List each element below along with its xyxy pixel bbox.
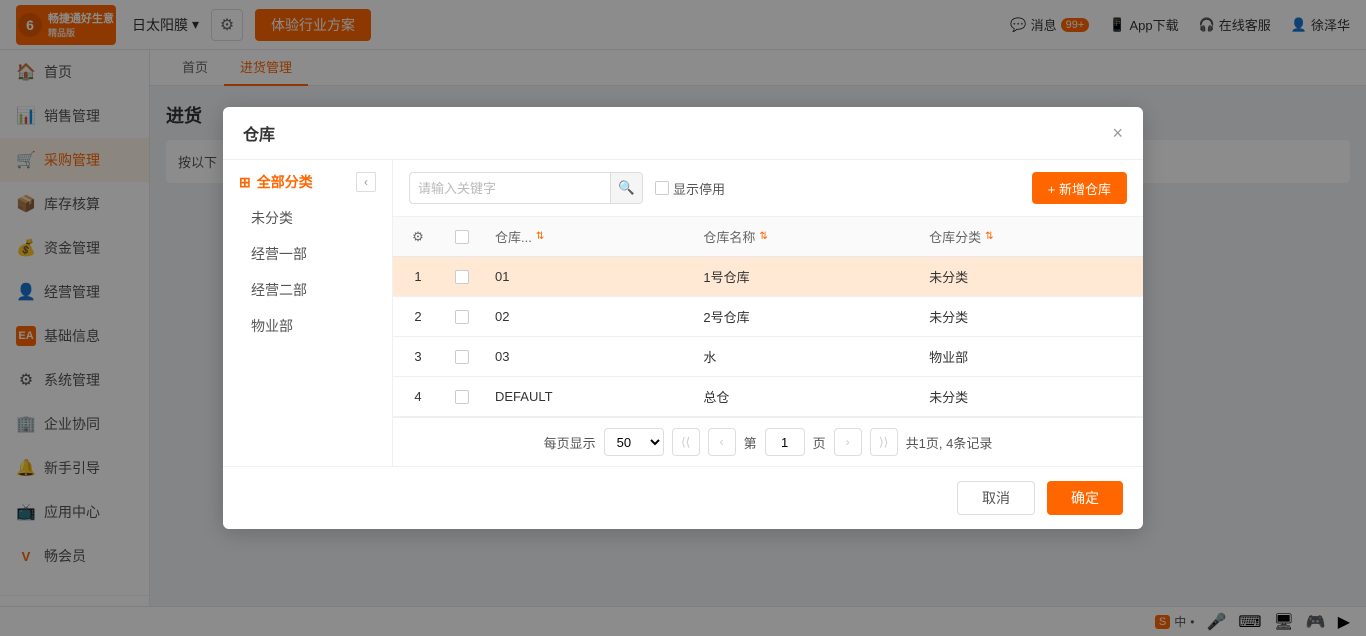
select-all-checkbox[interactable] [455, 230, 469, 244]
row-3-category: 物业部 [917, 337, 1143, 377]
col-name-header: 仓库名称 ⇅ [691, 217, 917, 257]
col-category-label: 仓库分类 [929, 227, 981, 246]
modal-body: ⊞ 全部分类 ‹ 未分类 经营一部 经营二部 物业部 [223, 160, 1143, 466]
all-categories-label: 全部分类 [257, 172, 313, 192]
cancel-button[interactable]: 取消 [957, 481, 1035, 515]
warehouse-table-inner: ⚙ 仓库... ⇅ [393, 217, 1143, 417]
new-warehouse-button[interactable]: + 新增仓库 [1032, 172, 1127, 204]
grid-icon: ⊞ [239, 174, 251, 191]
row-2-num: 2 [393, 297, 443, 337]
row-3-code: 03 [483, 337, 691, 377]
row-4-category: 未分类 [917, 377, 1143, 417]
row-4-num: 4 [393, 377, 443, 417]
category-item-ops1[interactable]: 经营一部 [223, 236, 392, 272]
warehouse-modal: 仓库 × ⊞ 全部分类 ‹ 未分类 经 [223, 107, 1143, 529]
first-page-button[interactable]: ⟨⟨ [672, 428, 700, 456]
table-header: ⚙ 仓库... ⇅ [393, 217, 1143, 257]
row-1-code: 01 [483, 257, 691, 297]
table-panel: 🔍 显示停用 + 新增仓库 ⚙ [393, 160, 1143, 466]
page-number-input[interactable] [765, 428, 805, 456]
modal-overlay[interactable]: 仓库 × ⊞ 全部分类 ‹ 未分类 经 [0, 0, 1366, 636]
sort-icon-code: ⇅ [536, 231, 544, 242]
row-3-checkbox[interactable] [455, 350, 469, 364]
row-1-num: 1 [393, 257, 443, 297]
category-header: ⊞ 全部分类 ‹ [223, 172, 392, 200]
row-2-checkbox[interactable] [455, 310, 469, 324]
search-icon: 🔍 [618, 180, 635, 196]
category-item-uncat[interactable]: 未分类 [223, 200, 392, 236]
row-2-name: 2号仓库 [691, 297, 917, 337]
table-body: 1 01 1号仓库 未分类 2 [393, 257, 1143, 417]
page-unit: 页 [813, 433, 826, 452]
row-2-check[interactable] [443, 297, 483, 337]
row-3-num: 3 [393, 337, 443, 377]
modal-close-button[interactable]: × [1112, 124, 1123, 142]
modal-title: 仓库 [243, 121, 275, 145]
table-toolbar: 🔍 显示停用 + 新增仓库 [393, 160, 1143, 217]
prev-page-button[interactable]: ‹ [708, 428, 736, 456]
total-records: 共1页, 4条记录 [906, 433, 993, 452]
table-row[interactable]: 1 01 1号仓库 未分类 [393, 257, 1143, 297]
row-4-check[interactable] [443, 377, 483, 417]
row-4-name: 总仓 [691, 377, 917, 417]
all-categories-button[interactable]: ⊞ 全部分类 [239, 172, 313, 192]
col-code-label: 仓库... [495, 227, 532, 246]
row-1-checkbox[interactable] [455, 270, 469, 284]
row-2-code: 02 [483, 297, 691, 337]
row-1-name: 1号仓库 [691, 257, 917, 297]
page-label: 第 [744, 433, 757, 452]
warehouse-table: ⚙ 仓库... ⇅ [393, 217, 1143, 417]
table-row[interactable]: 3 03 水 物业部 [393, 337, 1143, 377]
table-row[interactable]: 4 DEFAULT 总仓 未分类 [393, 377, 1143, 417]
row-3-check[interactable] [443, 337, 483, 377]
next-page-button[interactable]: › [834, 428, 862, 456]
category-item-ops2[interactable]: 经营二部 [223, 272, 392, 308]
row-1-category: 未分类 [917, 257, 1143, 297]
page-size-label: 每页显示 [544, 433, 596, 452]
table-row[interactable]: 2 02 2号仓库 未分类 [393, 297, 1143, 337]
page-size-select[interactable]: 50 10 20 100 [604, 428, 664, 456]
show-disabled-label[interactable]: 显示停用 [655, 179, 725, 198]
search-box: 🔍 [409, 172, 643, 204]
pagination-bar: 每页显示 50 10 20 100 ⟨⟨ ‹ 第 页 › ⟩⟩ 共1页, 4条记… [393, 417, 1143, 466]
search-input[interactable] [410, 181, 610, 196]
last-page-button[interactable]: ⟩⟩ [870, 428, 898, 456]
row-3-name: 水 [691, 337, 917, 377]
search-button[interactable]: 🔍 [610, 172, 642, 204]
row-2-category: 未分类 [917, 297, 1143, 337]
col-code-header: 仓库... ⇅ [483, 217, 691, 257]
modal-footer: 取消 确定 [223, 466, 1143, 529]
col-category-header: 仓库分类 ⇅ [917, 217, 1143, 257]
chevron-left-icon: ‹ [364, 175, 368, 189]
col-gear-header: ⚙ [393, 217, 443, 257]
col-name-label: 仓库名称 [703, 227, 755, 246]
row-1-check[interactable] [443, 257, 483, 297]
collapse-panel-button[interactable]: ‹ [356, 172, 376, 192]
modal-header: 仓库 × [223, 107, 1143, 160]
sort-icon-category: ⇅ [985, 231, 993, 242]
col-check-header [443, 217, 483, 257]
row-4-code: DEFAULT [483, 377, 691, 417]
category-panel: ⊞ 全部分类 ‹ 未分类 经营一部 经营二部 物业部 [223, 160, 393, 466]
confirm-button[interactable]: 确定 [1047, 481, 1123, 515]
sort-icon-name: ⇅ [759, 231, 767, 242]
gear-icon: ⚙ [412, 229, 424, 244]
row-4-checkbox[interactable] [455, 390, 469, 404]
show-disabled-checkbox[interactable] [655, 181, 669, 195]
category-item-property[interactable]: 物业部 [223, 308, 392, 344]
